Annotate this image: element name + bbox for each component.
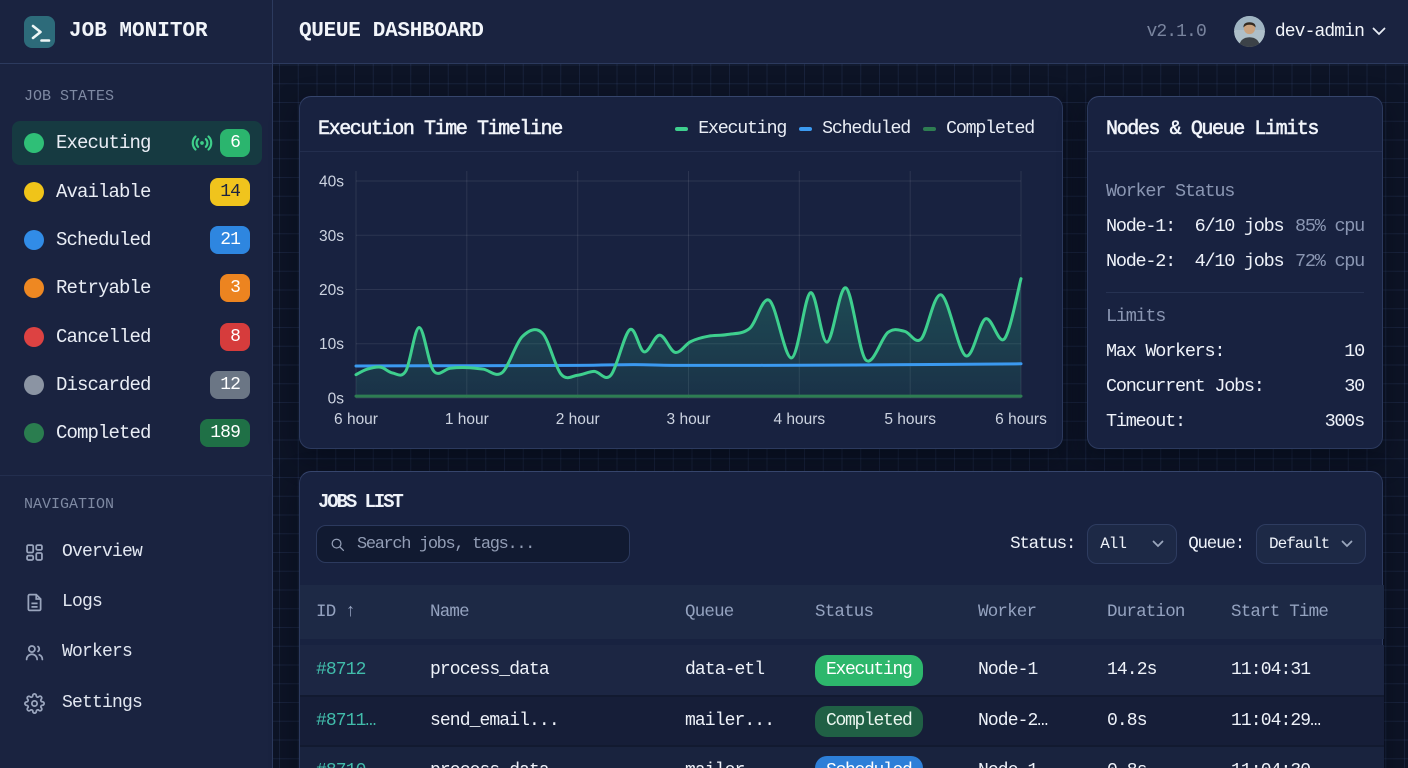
svg-text:6 hours: 6 hours [995,411,1047,428]
svg-text:0s: 0s [328,391,345,408]
svg-text:6 hour: 6 hour [334,411,378,428]
svg-text:2 hour: 2 hour [556,411,600,428]
svg-text:10s: 10s [319,336,344,353]
svg-text:30s: 30s [319,228,344,245]
svg-text:4 hours: 4 hours [773,411,825,428]
svg-text:20s: 20s [319,282,344,299]
svg-text:1 hour: 1 hour [445,411,489,428]
svg-text:5 hours: 5 hours [884,411,936,428]
svg-text:3 hour: 3 hour [667,411,711,428]
svg-text:40s: 40s [319,174,344,191]
